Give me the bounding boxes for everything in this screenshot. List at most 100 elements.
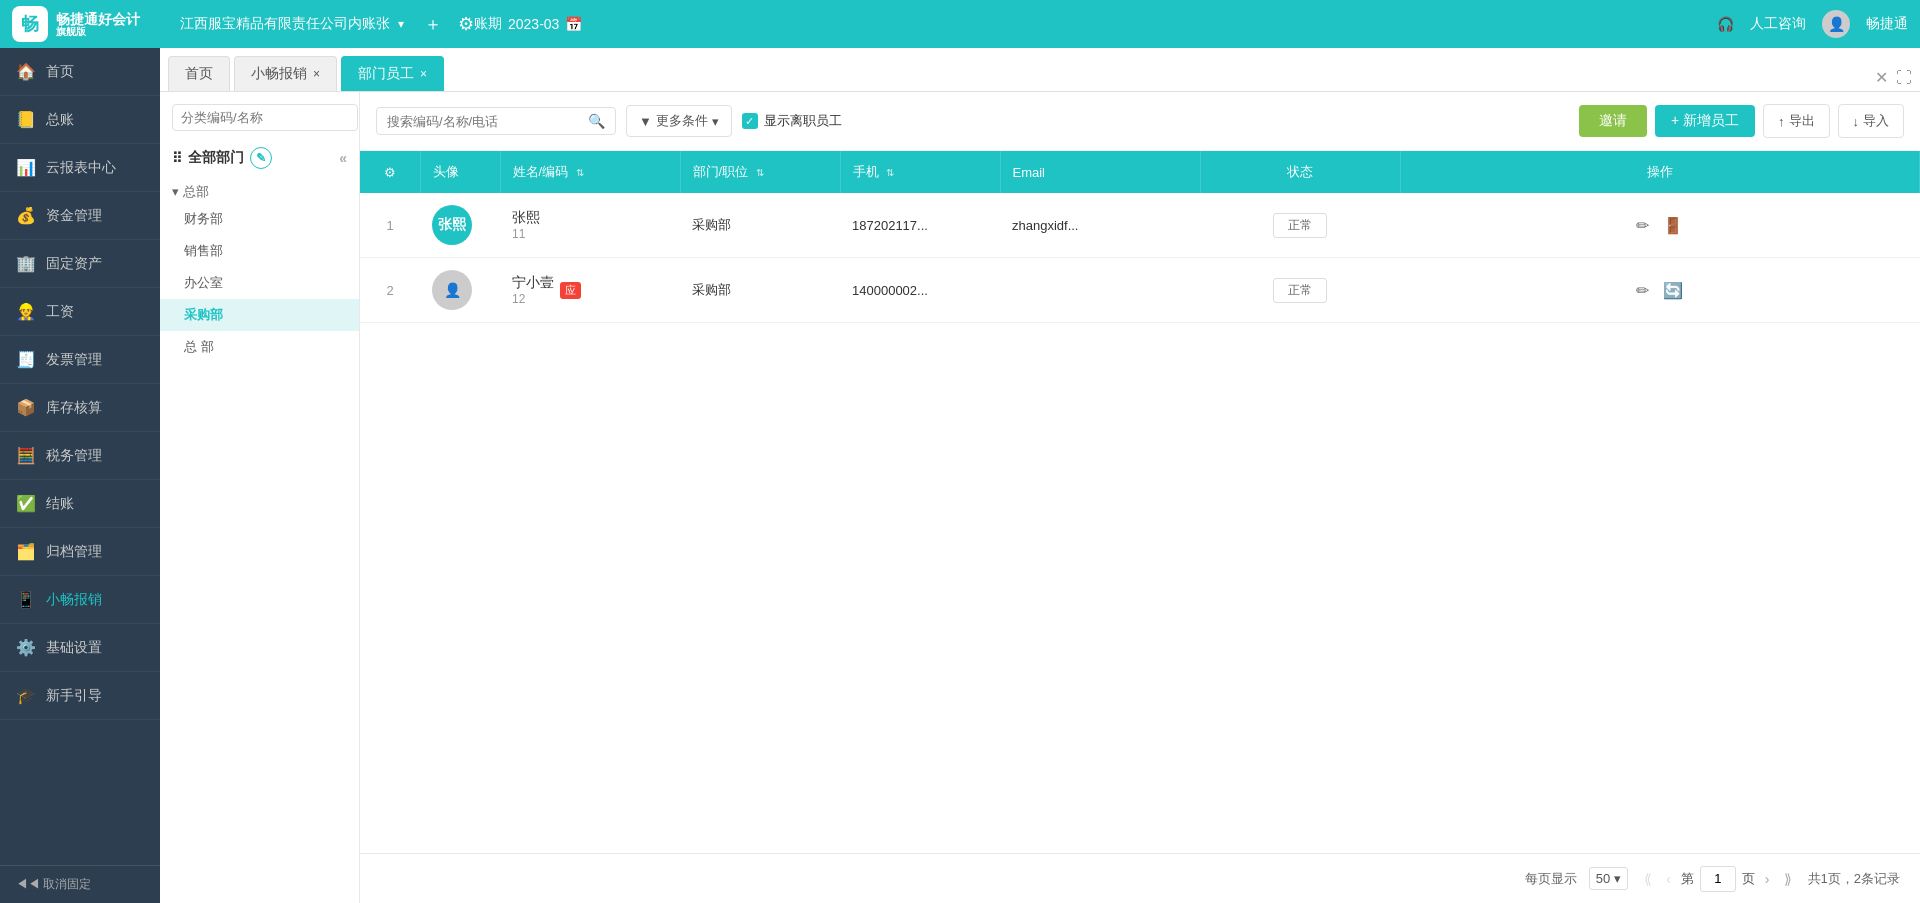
emp-search-box: 🔍: [376, 107, 616, 135]
edit-btn[interactable]: ✏: [1636, 281, 1649, 300]
header-right: 🎧 人工咨询 👤 畅捷通: [1717, 10, 1908, 38]
dept-sort-icon[interactable]: ⇅: [756, 167, 764, 178]
row-avatar: 张熙: [420, 193, 500, 258]
page-content: 🔍 ⠿ 全部部门 ✎ « ▾ 总部 财务部 销售部 办公室 采购部 总 部: [160, 92, 1920, 903]
sidebar-item-label: 库存核算: [46, 399, 102, 417]
app-subtitle: 旗舰版: [56, 27, 140, 37]
tab-close-window-icon[interactable]: ✕: [1875, 68, 1888, 87]
page-first-btn[interactable]: ⟪: [1640, 869, 1656, 889]
sidebar-item-guide[interactable]: 🎓 新手引导: [0, 672, 160, 720]
edit-btn[interactable]: ✏: [1636, 216, 1649, 235]
sidebar-item-reports[interactable]: 📊 云报表中心: [0, 144, 160, 192]
status-badge-red: 应: [560, 282, 581, 299]
per-page-select[interactable]: 50 ▾: [1589, 867, 1628, 890]
salary-icon: 👷: [16, 302, 36, 321]
row-email: [1000, 258, 1200, 323]
tax-icon: 🧮: [16, 446, 36, 465]
archive-icon: 🗂️: [16, 542, 36, 561]
company-area[interactable]: 江西服宝精品有限责任公司内账张 ▾: [180, 15, 404, 33]
export-label: 导出: [1789, 112, 1815, 130]
assets-icon: 🏢: [16, 254, 36, 273]
expense-icon: 📱: [16, 590, 36, 609]
tab-expense[interactable]: 小畅报销 ×: [234, 56, 337, 91]
row-dept: 采购部: [680, 258, 840, 323]
dept-edit-btn[interactable]: ✎: [250, 147, 272, 169]
col-phone-header[interactable]: 手机 ⇅: [840, 151, 1000, 193]
app-title: 畅捷通好会计: [56, 11, 140, 28]
tab-dept-employee[interactable]: 部门员工 ×: [341, 56, 444, 91]
emp-search-icon[interactable]: 🔍: [588, 113, 605, 129]
logo-text: 畅捷通好会计 旗舰版: [56, 11, 140, 38]
sidebar-item-label: 基础设置: [46, 639, 102, 657]
tab-bar: 首页 小畅报销 × 部门员工 × ✕ ⛶: [160, 48, 1920, 92]
table-settings-icon[interactable]: ⚙: [384, 165, 396, 180]
dept-search-input[interactable]: [172, 104, 358, 131]
tab-home[interactable]: 首页: [168, 56, 230, 91]
col-settings-header[interactable]: ⚙: [360, 151, 420, 193]
sidebar-item-expense[interactable]: 📱 小畅报销: [0, 576, 160, 624]
dept-item-sales[interactable]: 销售部: [160, 235, 359, 267]
sidebar-item-close[interactable]: ✅ 结账: [0, 480, 160, 528]
tab-bar-right: ✕ ⛶: [1875, 68, 1912, 91]
show-resign-label: 显示离职员工: [764, 112, 842, 130]
import-button[interactable]: ↓ 导入: [1838, 104, 1905, 138]
export-button[interactable]: ↑ 导出: [1763, 104, 1830, 138]
col-name-header[interactable]: 姓名/编码 ⇅: [500, 151, 680, 193]
invite-button[interactable]: 邀请: [1579, 105, 1647, 137]
dept-collapse-icon[interactable]: «: [339, 150, 347, 166]
company-dropdown-icon[interactable]: ▾: [398, 17, 404, 31]
dept-all-row[interactable]: ⠿ 全部部门 ✎ «: [160, 139, 359, 177]
page-prev-btn[interactable]: ‹: [1662, 869, 1675, 889]
col-action-header: 操作: [1400, 151, 1920, 193]
sidebar-item-label: 新手引导: [46, 687, 102, 705]
sidebar-item-salary[interactable]: 👷 工资: [0, 288, 160, 336]
user-name: 畅捷通: [1866, 15, 1908, 33]
avatar: 张熙: [432, 205, 472, 245]
page-input[interactable]: [1700, 866, 1736, 892]
dept-item-hq[interactable]: 总 部: [160, 331, 359, 363]
filter-btn[interactable]: ▼ 更多条件 ▾: [626, 105, 732, 137]
dept-item-finance[interactable]: 财务部: [160, 203, 359, 235]
user-avatar: 👤: [1822, 10, 1850, 38]
delete-btn[interactable]: 🚪: [1663, 216, 1683, 235]
sidebar-item-settings[interactable]: ⚙️ 基础设置: [0, 624, 160, 672]
dept-all-label: 全部部门: [188, 149, 244, 167]
tab-expand-icon[interactable]: ⛶: [1896, 69, 1912, 87]
sidebar-item-tax[interactable]: 🧮 税务管理: [0, 432, 160, 480]
add-employee-button[interactable]: + 新增员工: [1655, 105, 1755, 137]
name-sort-icon[interactable]: ⇅: [576, 167, 584, 178]
calendar-icon[interactable]: 📅: [565, 16, 582, 32]
sidebar-item-funds[interactable]: 💰 资金管理: [0, 192, 160, 240]
support-label[interactable]: 人工咨询: [1750, 15, 1806, 33]
cancel-fixed-btn[interactable]: ◀◀ 取消固定: [0, 865, 160, 903]
row-status: 正常: [1200, 193, 1400, 258]
tab-expense-close[interactable]: ×: [313, 67, 320, 81]
sidebar-item-archive[interactable]: 🗂️ 归档管理: [0, 528, 160, 576]
settings-icon[interactable]: ⚙: [458, 13, 474, 35]
dept-group-label: ▾ 总部: [160, 177, 359, 203]
emp-search-input[interactable]: [387, 114, 582, 129]
page-label: 第: [1681, 870, 1694, 888]
toolbar-right: 邀请 + 新增员工 ↑ 导出 ↓ 导入: [1579, 104, 1904, 138]
add-icon[interactable]: ＋: [424, 12, 442, 36]
page-next-btn[interactable]: ›: [1761, 869, 1774, 889]
sidebar-item-general-ledger[interactable]: 📒 总账: [0, 96, 160, 144]
sidebar-item-inventory[interactable]: 📦 库存核算: [0, 384, 160, 432]
show-resign-checkbox[interactable]: ✓: [742, 113, 758, 129]
page-last-btn[interactable]: ⟫: [1780, 869, 1796, 889]
show-resign-row: ✓ 显示离职员工: [742, 112, 842, 130]
tab-dept-close[interactable]: ×: [420, 67, 427, 81]
delete-btn[interactable]: 🔄: [1663, 281, 1683, 300]
dept-item-purchase[interactable]: 采购部: [160, 299, 359, 331]
sidebar-item-invoice[interactable]: 🧾 发票管理: [0, 336, 160, 384]
logo-icon: 畅: [12, 6, 48, 42]
employee-table: ⚙ 头像 姓名/编码 ⇅ 部门/职位: [360, 151, 1920, 323]
sidebar-item-home[interactable]: 🏠 首页: [0, 48, 160, 96]
invoice-icon: 🧾: [16, 350, 36, 369]
dept-list: ▾ 总部 财务部 销售部 办公室 采购部 总 部: [160, 177, 359, 903]
sidebar-item-fixed-assets[interactable]: 🏢 固定资产: [0, 240, 160, 288]
dept-item-office[interactable]: 办公室: [160, 267, 359, 299]
phone-sort-icon[interactable]: ⇅: [886, 167, 894, 178]
col-dept-header[interactable]: 部门/职位 ⇅: [680, 151, 840, 193]
support-icon: 🎧: [1717, 16, 1734, 32]
